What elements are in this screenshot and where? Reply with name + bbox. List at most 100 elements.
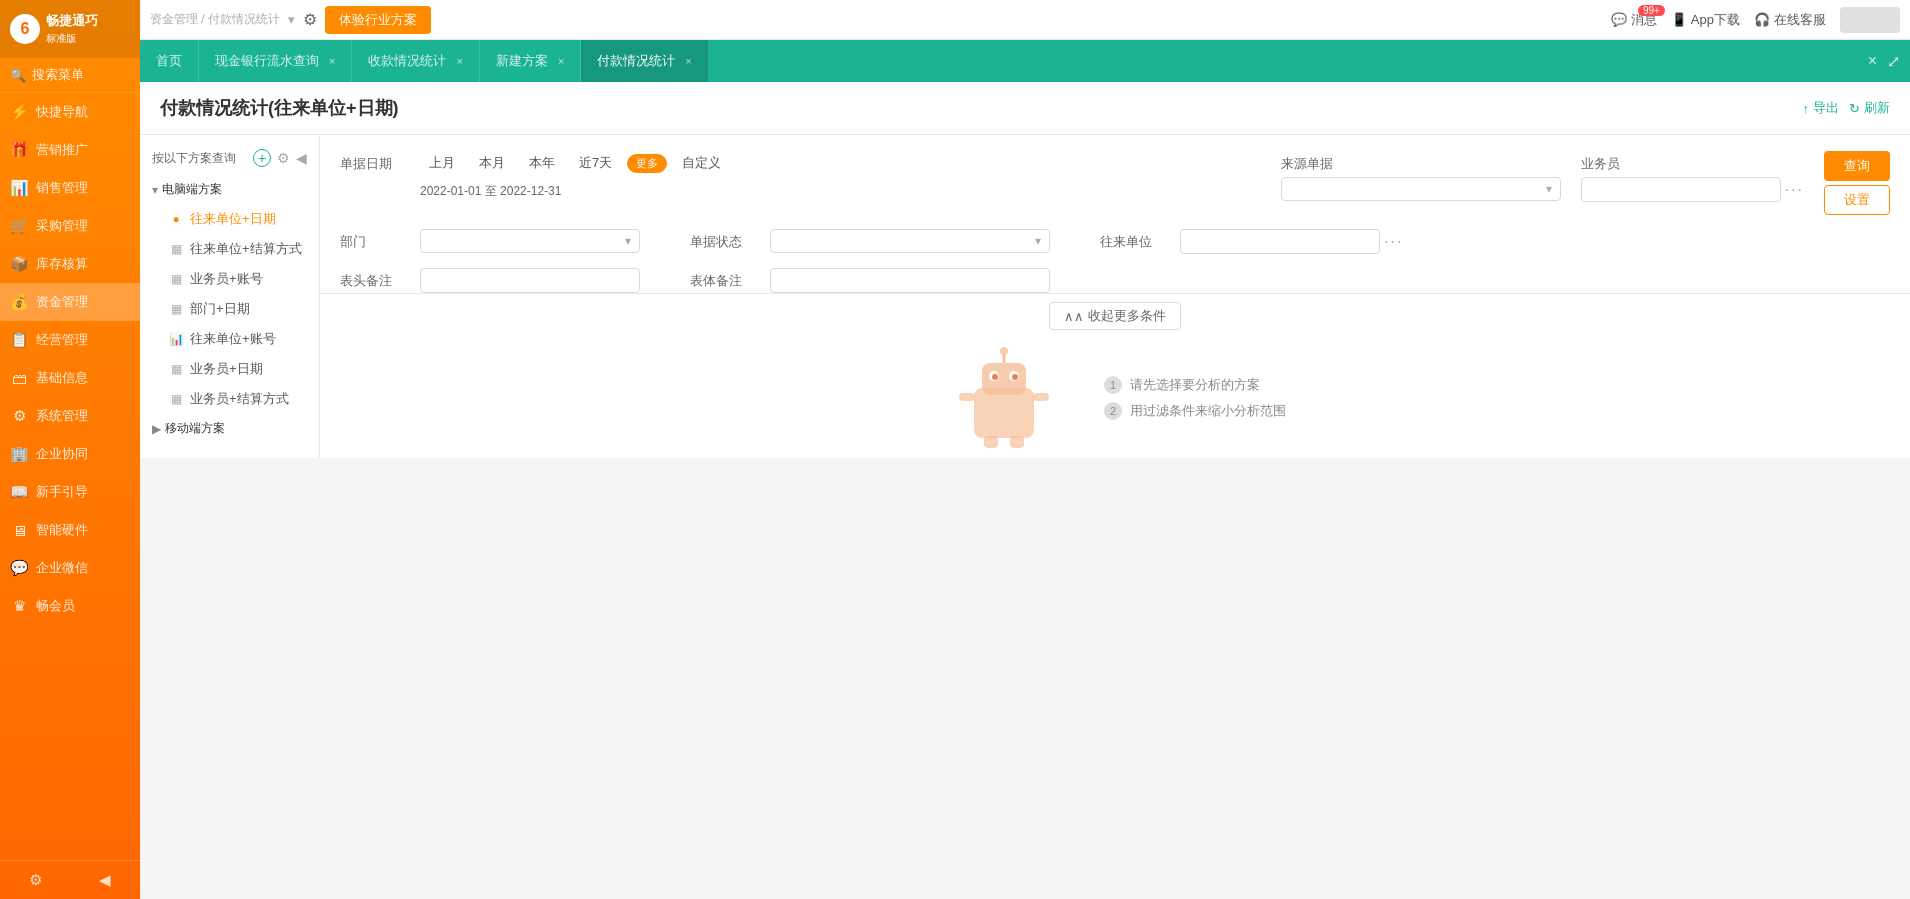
sidebar-item-wechat[interactable]: 💬 企业微信 xyxy=(0,549,140,587)
tab-payment-stats[interactable]: 付款情况统计 × xyxy=(581,40,708,82)
date-btn-more[interactable]: 更多 xyxy=(627,154,667,173)
sidebar-item-guide[interactable]: 📖 新手引导 xyxy=(0,473,140,511)
sidebar-item-operation[interactable]: 📋 经营管理 xyxy=(0,321,140,359)
date-range-text: 2022-01-01 至 2022-12-31 xyxy=(420,184,561,198)
source-doc-select[interactable]: ▾ xyxy=(1281,177,1561,201)
tab-home[interactable]: 首页 xyxy=(140,40,199,82)
collapse-btn[interactable]: ∧∧ 收起更多条件 xyxy=(1049,302,1181,330)
sidebar-item-member[interactable]: ♛ 畅会员 xyxy=(0,587,140,625)
search-menu[interactable]: 🔍 搜索菜单 xyxy=(0,58,140,93)
date-btn-last-month[interactable]: 上月 xyxy=(420,151,464,175)
online-service-btn[interactable]: 🎧 在线客服 xyxy=(1754,11,1826,29)
scheme-category-mobile-arrow-icon: ▶ xyxy=(152,422,161,436)
dept-label: 部门 xyxy=(340,229,400,251)
notification-btn[interactable]: 💬 消息 99+ xyxy=(1611,11,1657,29)
trial-btn[interactable]: 体验行业方案 xyxy=(325,6,431,34)
scheme-item-salesman-settle[interactable]: ▦ 业务员+结算方式 xyxy=(140,384,319,414)
scheme-category-pc: ▾ 电脑端方案 xyxy=(140,175,319,204)
scheme-add-btn[interactable]: + xyxy=(253,149,271,167)
table-header-note-input[interactable] xyxy=(420,268,640,293)
scheme-item-dept-date[interactable]: ▦ 部门+日期 xyxy=(140,294,319,324)
tab-receipt-stats-close-icon[interactable]: × xyxy=(456,55,462,67)
tip-num-2: 2 xyxy=(1104,402,1122,420)
scheme-item-partner-date[interactable]: ● 往来单位+日期 xyxy=(140,204,319,234)
sidebar-item-label: 经营管理 xyxy=(36,331,88,349)
sidebar-bottom: ⚙ ◀ xyxy=(0,860,140,899)
salesman-dots-icon[interactable]: ··· xyxy=(1785,181,1804,199)
system-icon: ⚙ xyxy=(10,407,28,425)
date-btn-this-month[interactable]: 本月 xyxy=(470,151,514,175)
topbar-right: 💬 消息 99+ 📱 App下载 🎧 在线客服 xyxy=(1611,7,1900,33)
dept-select[interactable]: ▾ xyxy=(420,229,640,253)
tab-receipt-stats-label: 收款情况统计 xyxy=(368,52,446,70)
sidebar-item-system[interactable]: ⚙ 系统管理 xyxy=(0,397,140,435)
query-btn[interactable]: 查询 xyxy=(1824,151,1890,181)
tab-payment-stats-close-icon[interactable]: × xyxy=(685,55,691,67)
scheme-settings-icon[interactable]: ⚙ xyxy=(277,150,290,166)
filter-row-2: 部门 ▾ 单据状态 ▾ 往来单位 xyxy=(340,229,1890,254)
source-doc-filter: 来源单据 ▾ xyxy=(1281,151,1561,201)
scheme-item-partner-settlement[interactable]: ▦ 往来单位+结算方式 xyxy=(140,234,319,264)
sidebar-item-label: 基础信息 xyxy=(36,369,88,387)
filter-rows: 单据日期 上月 本月 本年 近7天 更多 自定义 2022-01-01 至 20… xyxy=(320,135,1910,293)
source-doc-arrow-icon: ▾ xyxy=(1546,182,1552,196)
date-range-display: 2022-01-01 至 2022-12-31 xyxy=(420,183,878,200)
scheme-item-salesman-account[interactable]: ▦ 业务员+账号 xyxy=(140,264,319,294)
scheme-item-label: 业务员+账号 xyxy=(190,270,263,288)
user-avatar[interactable] xyxy=(1840,7,1900,33)
refresh-label: 刷新 xyxy=(1864,99,1890,117)
partner-input[interactable] xyxy=(1180,229,1380,254)
refresh-btn[interactable]: ↻ 刷新 xyxy=(1849,99,1890,117)
page-content: 付款情况统计(往来单位+日期) ↑ 导出 ↻ 刷新 按以下方案查询 + xyxy=(140,82,1910,899)
scheme-item-salesman-date[interactable]: ▦ 业务员+日期 xyxy=(140,354,319,384)
table-body-note-label: 表体备注 xyxy=(690,268,750,290)
tab-new-plan[interactable]: 新建方案 × xyxy=(480,40,581,82)
svg-rect-11 xyxy=(1010,436,1024,448)
partner-input-wrapper: ··· xyxy=(1180,229,1403,254)
doc-status-arrow-icon: ▾ xyxy=(1035,234,1041,248)
sidebar-collapse-btn[interactable]: ◀ xyxy=(70,861,140,899)
sidebar-item-capital[interactable]: 💰 资金管理 xyxy=(0,283,140,321)
operation-icon: 📋 xyxy=(10,331,28,349)
sidebar-item-enterprise[interactable]: 🏢 企业协同 xyxy=(0,435,140,473)
salesman-input[interactable] xyxy=(1581,177,1781,202)
message-icon: 💬 xyxy=(1611,12,1627,27)
export-icon: ↑ xyxy=(1803,101,1810,116)
date-btn-7days[interactable]: 近7天 xyxy=(570,151,621,175)
sidebar-settings-btn[interactable]: ⚙ xyxy=(0,861,70,899)
sidebar-item-label: 营销推广 xyxy=(36,141,88,159)
empty-illustration xyxy=(944,338,1064,458)
breadcrumb: 资金管理 / 付款情况统计 xyxy=(150,11,280,28)
scheme-collapse-icon[interactable]: ◀ xyxy=(296,150,307,166)
scheme-item-partner-account[interactable]: 📊 往来单位+账号 xyxy=(140,324,319,354)
sidebar-item-basic[interactable]: 🗃 基础信息 xyxy=(0,359,140,397)
filter-row-1: 单据日期 上月 本月 本年 近7天 更多 自定义 2022-01-01 至 20… xyxy=(340,151,1890,215)
tab-expand-icon[interactable]: ⤢ xyxy=(1887,52,1900,71)
sidebar-item-purchase[interactable]: 🛒 采购管理 xyxy=(0,207,140,245)
app-download-btn[interactable]: 📱 App下载 xyxy=(1671,11,1740,29)
doc-status-select[interactable]: ▾ xyxy=(770,229,1050,253)
sidebar-item-marketing[interactable]: 🎁 营销推广 xyxy=(0,131,140,169)
tab-new-plan-close-icon[interactable]: × xyxy=(558,55,564,67)
salesman-label: 业务员 xyxy=(1581,151,1804,173)
tab-receipt-stats[interactable]: 收款情况统计 × xyxy=(352,40,479,82)
sidebar-item-hardware[interactable]: 🖥 智能硬件 xyxy=(0,511,140,549)
sidebar-item-sales[interactable]: 📊 销售管理 xyxy=(0,169,140,207)
scheme-item-label: 部门+日期 xyxy=(190,300,250,318)
tab-close-all-icon[interactable]: × xyxy=(1868,52,1877,71)
table-body-note-input[interactable] xyxy=(770,268,1050,293)
tab-bank-flow-close-icon[interactable]: × xyxy=(329,55,335,67)
svg-point-4 xyxy=(992,374,998,380)
topbar-settings-icon[interactable]: ⚙ xyxy=(303,10,317,29)
search-menu-label: 搜索菜单 xyxy=(32,66,84,84)
svg-rect-8 xyxy=(959,393,975,401)
export-btn[interactable]: ↑ 导出 xyxy=(1803,99,1840,117)
settings-btn[interactable]: 设置 xyxy=(1824,185,1890,215)
partner-dots-icon[interactable]: ··· xyxy=(1384,233,1403,251)
date-btn-this-year[interactable]: 本年 xyxy=(520,151,564,175)
sidebar-item-quick-nav[interactable]: ⚡ 快捷导航 xyxy=(0,93,140,131)
svg-rect-10 xyxy=(984,436,998,448)
sidebar-item-inventory[interactable]: 📦 库存核算 xyxy=(0,245,140,283)
date-btn-custom[interactable]: 自定义 xyxy=(673,151,730,175)
tab-bank-flow[interactable]: 现金银行流水查询 × xyxy=(199,40,352,82)
